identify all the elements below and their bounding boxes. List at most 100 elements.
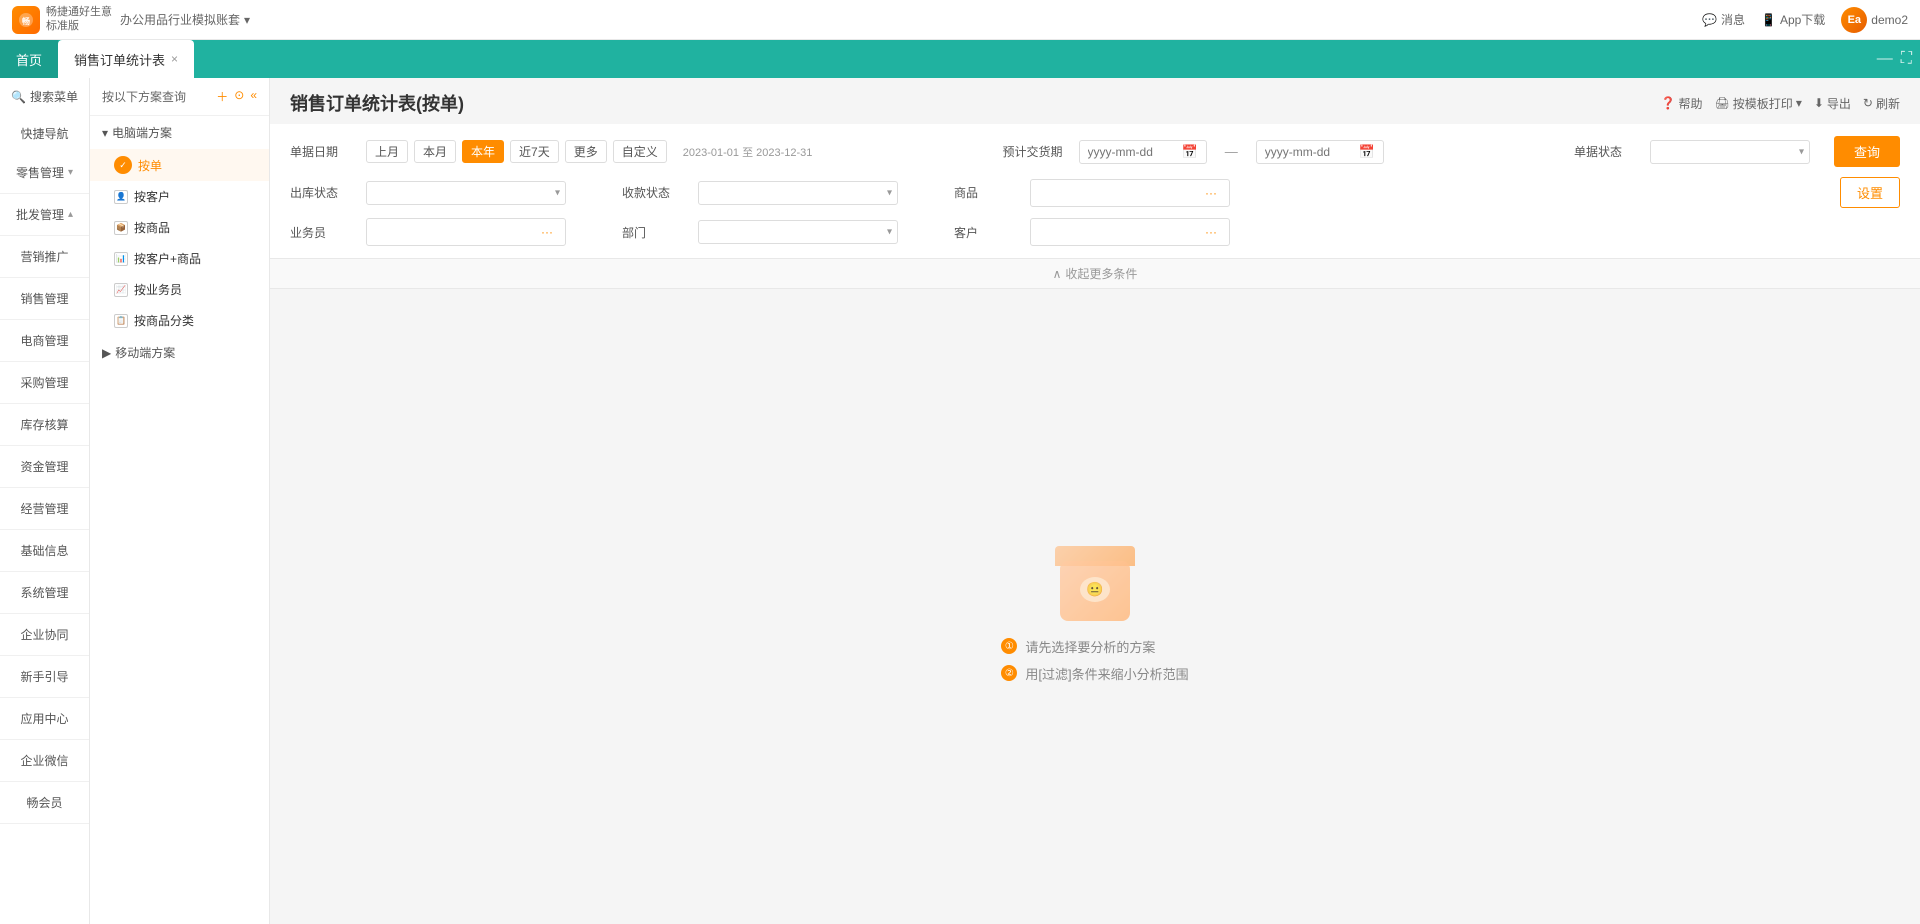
expected-date-from-field[interactable] [1088,145,1178,159]
template-print-arrow-icon: ▾ [1796,96,1802,110]
payment-select[interactable] [698,181,898,205]
help-icon: ❓ [1661,96,1676,110]
sidebar-item-label-wholesale: 批发管理 [16,206,64,223]
main-layout: 🔍 搜索菜单 快捷导航 零售管理 ▾ 批发管理 ▴ 营销推广 销售管理 电商管理… [0,78,1920,924]
dept-select-wrap[interactable] [698,220,898,244]
sidebar-search[interactable]: 🔍 搜索菜单 [0,78,89,115]
sidebar-item-marketing[interactable]: 营销推广 [0,236,89,278]
sidebar-item-enterprise[interactable]: 企业协同 [0,614,89,656]
logo-area: 畅 畅捷通好生意 标准版 [12,6,112,34]
query-button[interactable]: 查询 [1834,136,1900,167]
date-btn-this-year[interactable]: 本年 [462,140,504,163]
app-download-button[interactable]: 📱 App下载 [1761,11,1825,28]
tab-home[interactable]: 首页 [0,40,58,78]
sidebar-item-operation[interactable]: 经营管理 [0,488,89,530]
sidebar-item-newbie[interactable]: 新手引导 [0,656,89,698]
user-profile[interactable]: Ea demo2 [1841,7,1908,33]
sidebar-item-basic[interactable]: 基础信息 [0,530,89,572]
sidebar-item-label-sales: 销售管理 [20,290,68,307]
retail-expand-icon: ▾ [68,167,73,178]
customer-input[interactable]: ··· [1030,218,1230,246]
date-btn-prev-month[interactable]: 上月 [366,140,408,163]
empty-tip-1-text: 请先选择要分析的方案 [1025,637,1155,656]
scheme-collapse-icon[interactable]: « [250,88,257,105]
scheme-item-label-by-goods: 按商品 [134,219,170,236]
status-select[interactable] [1650,140,1810,164]
sidebar-item-system[interactable]: 系统管理 [0,572,89,614]
sidebar-item-sales[interactable]: 销售管理 [0,278,89,320]
status-select-wrap[interactable] [1650,140,1810,164]
delivery-select-wrap[interactable] [366,181,566,205]
svg-text:畅: 畅 [22,16,30,26]
tab-minimize-icon[interactable]: — [1877,50,1893,68]
goods-more-icon[interactable]: ··· [1201,184,1221,202]
date-btn-more[interactable]: 更多 [565,140,607,163]
empty-tip-2-text: 用[过滤]条件来缩小分析范围 [1025,664,1188,683]
salesman-more-icon[interactable]: ··· [537,223,557,241]
message-button[interactable]: 💬 消息 [1702,11,1745,28]
sidebar-item-inventory[interactable]: 库存核算 [0,404,89,446]
sidebar-item-retail[interactable]: 零售管理 ▾ [0,152,89,194]
sidebar-quick-nav-label: 快捷导航 [20,125,68,142]
sidebar-item-label-operation: 经营管理 [20,500,68,517]
expected-date-to-field[interactable] [1265,145,1355,159]
logo-icon: 畅 [12,6,40,34]
tab-maximize-icon[interactable]: ⛶ [1901,50,1912,68]
scheme-category-icon: 📋 [114,314,128,328]
help-button[interactable]: ❓ 帮助 [1661,95,1703,112]
sidebar-search-label: 搜索菜单 [30,88,78,105]
chevron-right-icon: ▶ [102,346,111,360]
scheme-customer-icon: 👤 [114,190,128,204]
sidebar-item-purchase[interactable]: 采购管理 [0,362,89,404]
refresh-button[interactable]: ↻ 刷新 [1863,95,1900,112]
payment-select-wrap[interactable] [698,181,898,205]
tab-sales-order-stat[interactable]: 销售订单统计表 × [58,40,194,78]
scheme-section-pc[interactable]: ▾ 电脑端方案 [90,116,269,149]
scheme-section-mobile[interactable]: ▶ 移动端方案 [90,336,269,369]
scheme-item-by-order[interactable]: ✓ 按单 [90,149,269,181]
logo-line1: 畅捷通好生意 [46,6,112,19]
setting-button[interactable]: 设置 [1840,177,1900,208]
template-print-button[interactable]: 🖨 按模板打印 ▾ [1715,95,1802,112]
sidebar-quick-nav[interactable]: 快捷导航 [0,115,89,152]
export-button[interactable]: ⬇ 导出 [1814,95,1851,112]
date-btn-this-month[interactable]: 本月 [414,140,456,163]
dept-select[interactable] [698,220,898,244]
sidebar-item-ecommerce[interactable]: 电商管理 [0,320,89,362]
calendar-to-icon[interactable]: 📅 [1359,144,1375,160]
scheme-item-by-salesman[interactable]: 📈 按业务员 [90,274,269,305]
empty-illustration: 😐 [1045,531,1145,621]
delivery-label: 出库状态 [290,184,350,201]
scheme-item-by-customer[interactable]: 👤 按客户 [90,181,269,212]
empty-tip-2: ② 用[过滤]条件来缩小分析范围 [1001,664,1188,683]
refresh-icon: ↻ [1863,96,1873,110]
date-btn-custom[interactable]: 自定义 [613,140,667,163]
empty-tips: ① 请先选择要分析的方案 ② 用[过滤]条件来缩小分析范围 [1001,637,1188,683]
breadcrumb[interactable]: 办公用品行业模拟账套 ▾ [120,11,1694,28]
empty-tip-1: ① 请先选择要分析的方案 [1001,637,1188,656]
date-btn-7days[interactable]: 近7天 [510,140,559,163]
scheme-add-icon[interactable]: ＋ [216,88,228,105]
sidebar-item-member[interactable]: 畅会员 [0,782,89,824]
delivery-select[interactable] [366,181,566,205]
salesman-input[interactable]: ··· [366,218,566,246]
scheme-item-by-goods[interactable]: 📦 按商品 [90,212,269,243]
expected-date-from-input[interactable]: 📅 [1079,140,1207,164]
filter-row-1: 单据日期 上月 本月 本年 近7天 更多 自定义 2023-01-01 至 20… [290,136,1900,167]
wholesale-expand-icon: ▴ [68,209,73,220]
status-label: 单据状态 [1574,143,1634,160]
calendar-from-icon[interactable]: 📅 [1182,144,1198,160]
sidebar-item-appstore[interactable]: 应用中心 [0,698,89,740]
scheme-item-by-customer-goods[interactable]: 📊 按客户+商品 [90,243,269,274]
collapse-bar[interactable]: ∧ 收起更多条件 [270,259,1920,289]
scheme-edit-icon[interactable]: ⊙ [234,88,244,105]
scheme-item-by-category[interactable]: 📋 按商品分类 [90,305,269,336]
sidebar-item-finance[interactable]: 资金管理 [0,446,89,488]
tab-bar: 首页 销售订单统计表 × — ⛶ [0,40,1920,78]
sidebar-item-wechat[interactable]: 企业微信 [0,740,89,782]
sidebar-item-wholesale[interactable]: 批发管理 ▴ [0,194,89,236]
goods-input[interactable]: ··· [1030,179,1230,207]
tab-close-icon[interactable]: × [171,52,178,66]
customer-more-icon[interactable]: ··· [1201,223,1221,241]
expected-date-to-input[interactable]: 📅 [1256,140,1384,164]
